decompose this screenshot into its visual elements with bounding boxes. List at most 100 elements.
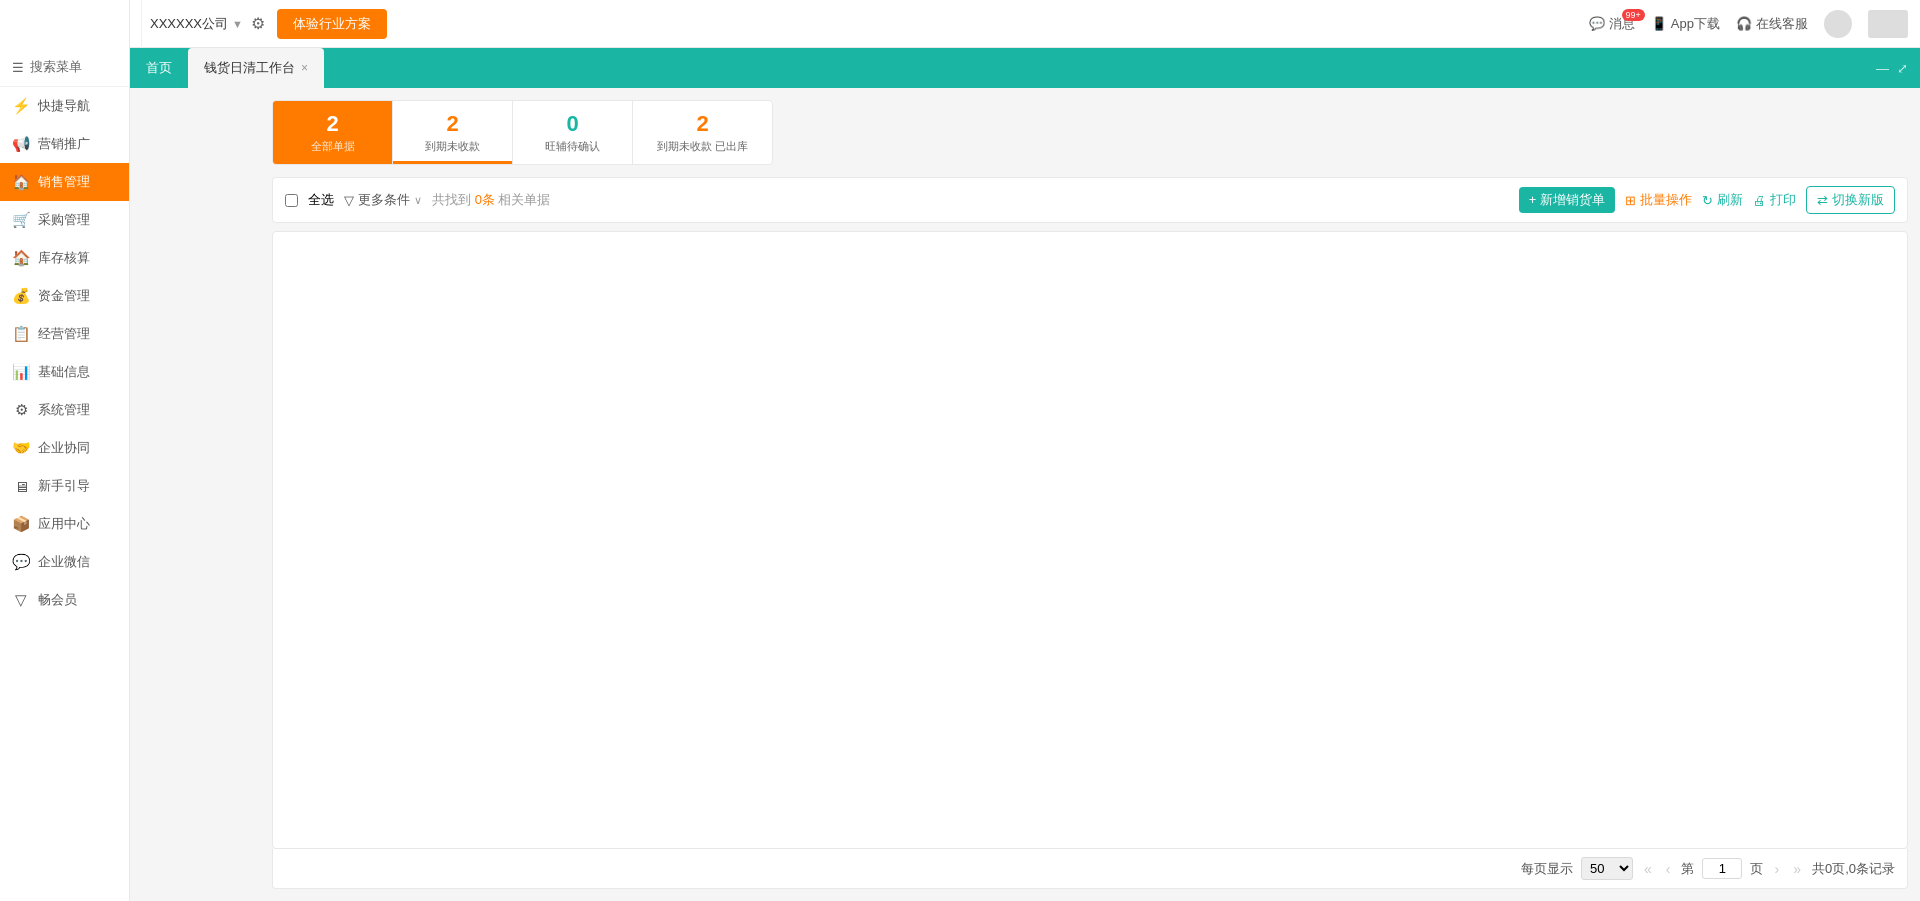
header-right: 💬 消息 99+ 📱 App下载 🎧 在线客服 (1589, 10, 1908, 38)
online-service-label: 在线客服 (1756, 15, 1808, 33)
sidebar-item-10[interactable]: 🖥 新手引导 (0, 467, 129, 505)
refresh-icon: ↻ (1702, 193, 1713, 208)
select-all-checkbox[interactable] (285, 194, 298, 207)
next-page-button[interactable]: › (1771, 861, 1782, 877)
sidebar-item-9[interactable]: 🤝 企业协同 (0, 429, 129, 467)
tab-close-icon[interactable]: × (301, 61, 308, 75)
user-name-area[interactable] (1868, 10, 1908, 38)
sidebar-label-0: 快捷导航 (38, 97, 90, 115)
add-order-button[interactable]: + 新增销货单 (1519, 187, 1615, 213)
tabbar: 首页 钱货日清工作台 × — ⤢ (130, 48, 1920, 88)
sidebar-nav: ⚡ 快捷导航 📢营销推广🏠销售管理 🛒 采购管理 🏠 库存核算 💰 资金管理 📋经营管理📊基础信息… (0, 87, 129, 901)
toolbar-right: + 新增销货单 ⊞ 批量操作 ↻ 刷新 🖨 打印 ⇄ 切换新版 (1519, 186, 1895, 214)
found-text: 共找到 0条 相关单据 (432, 191, 550, 209)
sidebar-item-6[interactable]: 📋经营管理 (0, 315, 129, 353)
sidebar-label-10: 新手引导 (38, 477, 90, 495)
sidebar-item-12[interactable]: 💬 企业微信 (0, 543, 129, 581)
sidebar-icon-10: 🖥 (12, 478, 30, 495)
sidebar-icon-12: 💬 (12, 553, 30, 571)
page-label: 第 (1681, 860, 1694, 878)
message-button[interactable]: 💬 消息 99+ (1589, 15, 1635, 33)
company-dropdown-icon: ▼ (232, 18, 243, 30)
sidebar-item-8[interactable]: ⚙ 系统管理 (0, 391, 129, 429)
per-page-select[interactable]: 50 20 100 (1581, 857, 1633, 880)
trial-button[interactable]: 体验行业方案 (277, 9, 387, 39)
toolbar: 全选 ▽ 更多条件 ∨ 共找到 0条 相关单据 + 新增销货单 ⊞ 批量操作 (272, 177, 1908, 223)
page-input[interactable] (1702, 858, 1742, 879)
user-avatar[interactable] (1824, 10, 1852, 38)
search-icon: ☰ (12, 60, 24, 75)
last-page-button[interactable]: » (1790, 861, 1804, 877)
sidebar-item-1[interactable]: 📢营销推广 (0, 125, 129, 163)
sidebar-icon-8: ⚙ (12, 401, 30, 419)
batch-button[interactable]: ⊞ 批量操作 (1625, 191, 1692, 209)
app-download-label: App下载 (1671, 15, 1720, 33)
stat-all-orders[interactable]: 2 全部单据 (273, 101, 393, 164)
sidebar-label-5: 资金管理 (38, 287, 90, 305)
company-selector[interactable]: XXXXXX公司 ▼ (150, 15, 243, 33)
refresh-button[interactable]: ↻ 刷新 (1702, 191, 1743, 209)
sidebar-item-4[interactable]: 🏠 库存核算 (0, 239, 129, 277)
sidebar-item-2[interactable]: 🏠销售管理 (0, 163, 129, 201)
tab-minimize-icon[interactable]: — (1876, 61, 1889, 76)
sidebar-icon-9: 🤝 (12, 439, 30, 457)
found-count: 0条 (475, 192, 495, 207)
tab-right-icons: — ⤢ (1876, 61, 1920, 76)
stat-wangfu-label: 旺辅待确认 (537, 139, 608, 154)
sidebar-label-3: 采购管理 (38, 211, 90, 229)
sidebar-icon-6: 📋 (12, 325, 30, 343)
tab-workbench[interactable]: 钱货日清工作台 × (188, 48, 324, 88)
sidebar-icon-4: 🏠 (12, 249, 30, 267)
stat-all-label: 全部单据 (297, 139, 368, 154)
sidebar-item-13[interactable]: ▽畅会员 (0, 581, 129, 619)
tab-workbench-label: 钱货日清工作台 (204, 59, 295, 77)
sidebar-icon-5: 💰 (12, 287, 30, 305)
tab-fullscreen-icon[interactable]: ⤢ (1897, 61, 1908, 76)
search-label: 搜索菜单 (30, 58, 82, 76)
message-badge: 99+ (1622, 9, 1645, 21)
stat-shipped-num: 2 (657, 111, 748, 137)
stat-overdue-shipped[interactable]: 2 到期未收款 已出库 (633, 101, 772, 164)
per-page-label: 每页显示 (1521, 860, 1573, 878)
filter-icon: ▽ (344, 193, 354, 208)
sidebar-label-1: 营销推广 (38, 135, 90, 153)
batch-label: 批量操作 (1640, 191, 1692, 209)
message-icon: 💬 (1589, 16, 1605, 31)
switch-version-button[interactable]: ⇄ 切换新版 (1806, 186, 1895, 214)
sidebar-label-7: 基础信息 (38, 363, 90, 381)
sidebar-item-3[interactable]: 🛒 采购管理 (0, 201, 129, 239)
stat-wangfu-confirm[interactable]: 0 旺辅待确认 (513, 101, 633, 164)
print-button[interactable]: 🖨 打印 (1753, 191, 1796, 209)
prev-page-button[interactable]: ‹ (1663, 861, 1674, 877)
sidebar-item-7[interactable]: 📊基础信息 (0, 353, 129, 391)
sidebar-label-11: 应用中心 (38, 515, 90, 533)
sidebar-label-12: 企业微信 (38, 553, 90, 571)
sidebar-item-0[interactable]: ⚡ 快捷导航 (0, 87, 129, 125)
sidebar-item-11[interactable]: 📦应用中心 (0, 505, 129, 543)
select-all-label: 全选 (308, 191, 334, 209)
print-icon: 🖨 (1753, 193, 1766, 208)
content-area (272, 231, 1908, 849)
sidebar-icon-0: ⚡ (12, 97, 30, 115)
filter-arrow-icon: ∨ (414, 194, 422, 207)
stat-overdue-label: 到期未收款 (417, 139, 488, 154)
sidebar-label-4: 库存核算 (38, 249, 90, 267)
company-name: XXXXXX公司 (150, 15, 228, 33)
sidebar-item-5[interactable]: 💰 资金管理 (0, 277, 129, 315)
first-page-button[interactable]: « (1641, 861, 1655, 877)
sidebar-icon-3: 🛒 (12, 211, 30, 229)
filter-button[interactable]: ▽ 更多条件 ∨ (344, 191, 422, 209)
layout: 2 全部单据 2 到期未收款 0 旺辅待确认 2 到期未收款 已出库 全选 (0, 88, 1920, 901)
settings-icon[interactable]: ⚙ (251, 14, 265, 33)
online-service-button[interactable]: 🎧 在线客服 (1736, 15, 1808, 33)
sidebar-icon-13: ▽ (12, 591, 30, 609)
stat-overdue-num: 2 (417, 111, 488, 137)
sidebar-label-9: 企业协同 (38, 439, 90, 457)
switch-icon: ⇄ (1817, 193, 1828, 208)
tab-home[interactable]: 首页 (130, 48, 188, 88)
search-menu[interactable]: ☰ 搜索菜单 (0, 48, 129, 87)
stats-bar: 2 全部单据 2 到期未收款 0 旺辅待确认 2 到期未收款 已出库 (272, 100, 773, 165)
app-download-button[interactable]: 📱 App下载 (1651, 15, 1720, 33)
stat-overdue-uncollected[interactable]: 2 到期未收款 (393, 101, 513, 164)
sidebar-label-8: 系统管理 (38, 401, 90, 419)
